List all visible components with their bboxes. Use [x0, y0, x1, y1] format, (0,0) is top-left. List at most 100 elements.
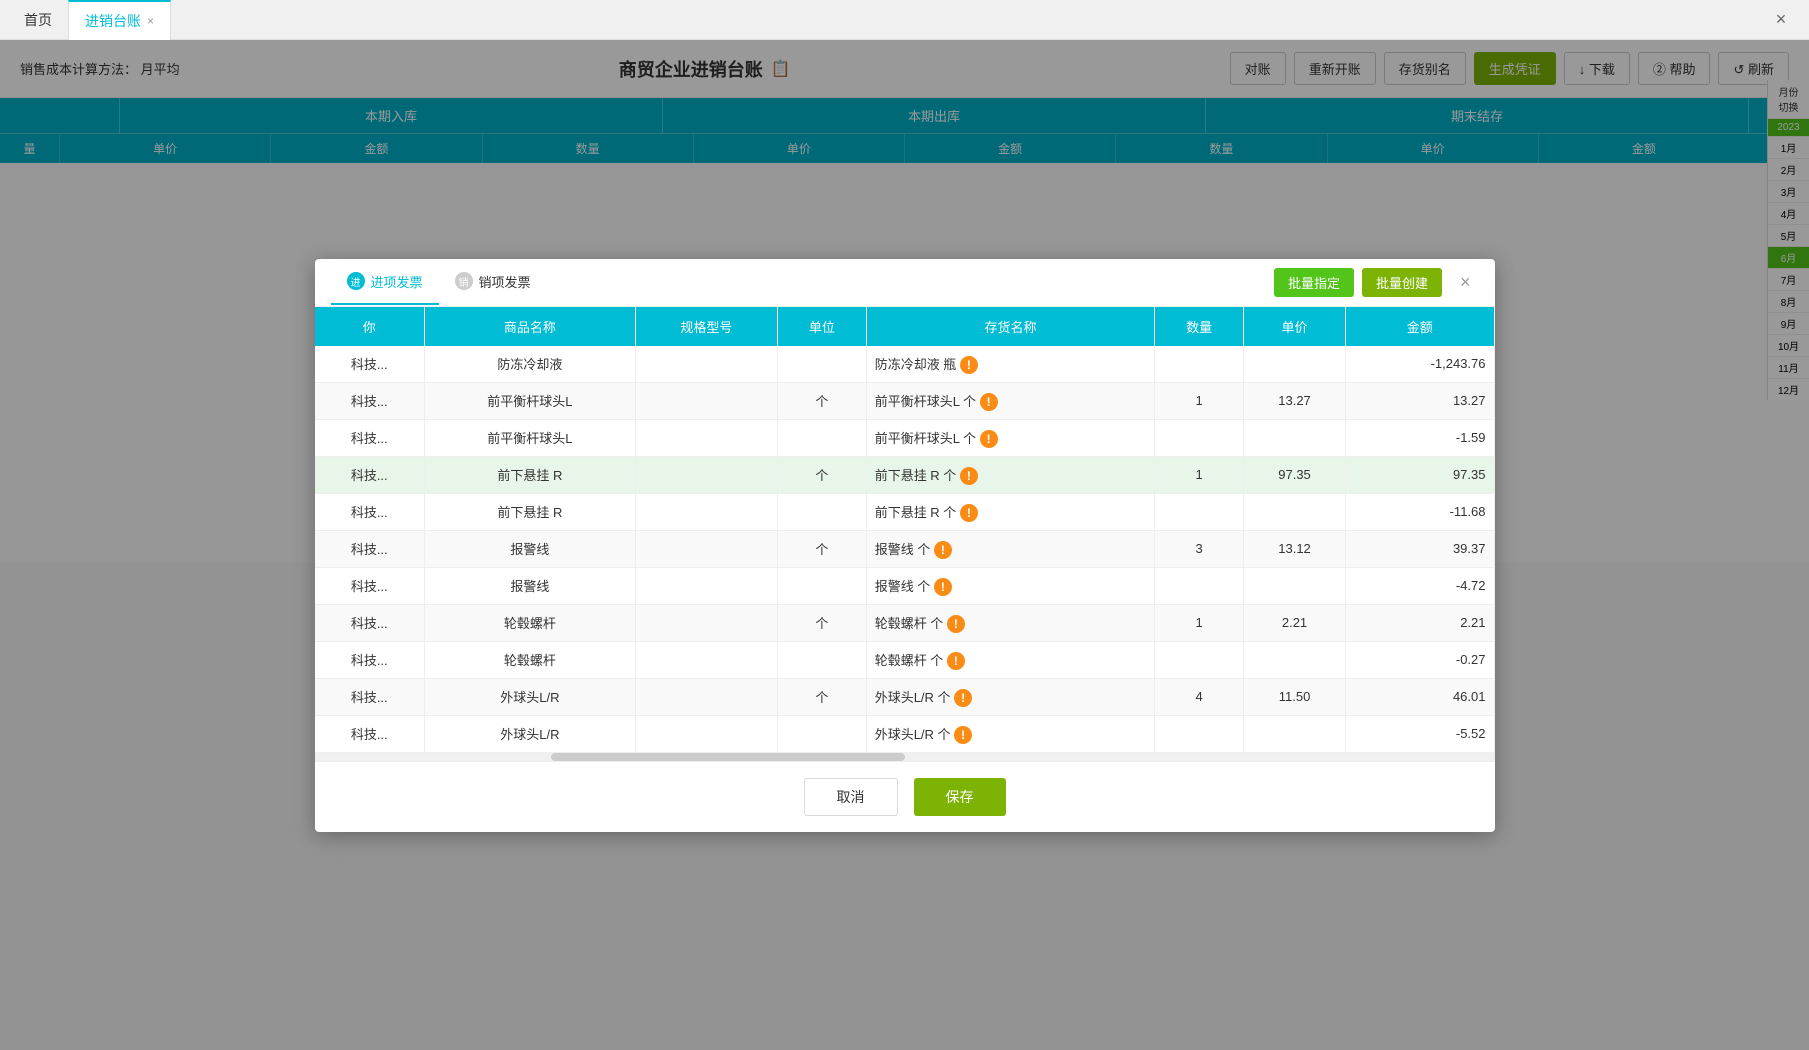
- cell-price: [1243, 567, 1345, 604]
- cell-stock: 报警线 个 !: [866, 567, 1155, 604]
- cell-stock: 前平衡杆球头L 个 !: [866, 419, 1155, 456]
- cancel-button[interactable]: 取消: [804, 778, 898, 816]
- cell-amount: 97.35: [1346, 456, 1494, 493]
- cell-spec: [635, 641, 777, 678]
- cell-price: 2.21: [1243, 604, 1345, 641]
- cell-product: 轮毂螺杆: [424, 604, 635, 641]
- table-row[interactable]: 科技... 前下悬挂 R 个 前下悬挂 R 个 ! 1 97.35 97.35: [315, 456, 1495, 493]
- dialog-table-container: 你 商品名称 规格型号 单位 存货名称 数量 单价 金额 科技... 防冻冷却液: [315, 307, 1495, 753]
- dialog-close-button[interactable]: ×: [1452, 268, 1479, 297]
- save-button[interactable]: 保存: [914, 778, 1006, 816]
- cell-qty: [1155, 567, 1244, 604]
- cell-stock: 前下悬挂 R 个 !: [866, 456, 1155, 493]
- col-spec: 规格型号: [635, 307, 777, 346]
- cell-amount: 13.27: [1346, 382, 1494, 419]
- cell-price: [1243, 346, 1345, 383]
- table-row[interactable]: 科技... 外球头L/R 外球头L/R 个 ! -5.52: [315, 715, 1495, 752]
- cell-unit: [778, 419, 867, 456]
- cell-stock: 报警线 个 !: [866, 530, 1155, 567]
- window-close-button[interactable]: ×: [1761, 0, 1801, 40]
- cell-qty: [1155, 346, 1244, 383]
- cell-amount: -5.52: [1346, 715, 1494, 752]
- cell-company: 科技...: [315, 346, 425, 383]
- cell-unit: [778, 641, 867, 678]
- dialog-scrollbar-thumb[interactable]: [551, 753, 905, 761]
- cell-qty: 1: [1155, 456, 1244, 493]
- cell-unit: 个: [778, 382, 867, 419]
- table-row[interactable]: 科技... 报警线 报警线 个 ! -4.72: [315, 567, 1495, 604]
- table-row[interactable]: 科技... 前下悬挂 R 前下悬挂 R 个 ! -11.68: [315, 493, 1495, 530]
- dialog-footer: 取消 保存: [315, 761, 1495, 832]
- tab-close-icon[interactable]: ×: [147, 14, 154, 28]
- cell-product: 前下悬挂 R: [424, 456, 635, 493]
- cell-company: 科技...: [315, 493, 425, 530]
- table-row[interactable]: 科技... 外球头L/R 个 外球头L/R 个 ! 4 11.50 46.01: [315, 678, 1495, 715]
- cell-unit: 个: [778, 604, 867, 641]
- warning-icon: !: [934, 541, 952, 559]
- warning-icon: !: [954, 689, 972, 707]
- cell-price: [1243, 641, 1345, 678]
- cell-product: 外球头L/R: [424, 678, 635, 715]
- cell-company: 科技...: [315, 419, 425, 456]
- cell-price: [1243, 419, 1345, 456]
- table-row[interactable]: 科技... 前平衡杆球头L 个 前平衡杆球头L 个 ! 1 13.27 13.2…: [315, 382, 1495, 419]
- cell-product: 防冻冷却液: [424, 346, 635, 383]
- warning-icon: !: [934, 578, 952, 596]
- dialog-scrollbar[interactable]: [315, 753, 1495, 761]
- table-row[interactable]: 科技... 轮毂螺杆 轮毂螺杆 个 ! -0.27: [315, 641, 1495, 678]
- cell-stock: 前下悬挂 R 个 !: [866, 493, 1155, 530]
- cell-product: 外球头L/R: [424, 715, 635, 752]
- col-price: 单价: [1243, 307, 1345, 346]
- cell-spec: [635, 678, 777, 715]
- col-unit: 单位: [778, 307, 867, 346]
- cell-price: 97.35: [1243, 456, 1345, 493]
- cell-spec: [635, 382, 777, 419]
- cell-product: 前平衡杆球头L: [424, 419, 635, 456]
- cell-price: 11.50: [1243, 678, 1345, 715]
- cell-product: 前下悬挂 R: [424, 493, 635, 530]
- col-product: 商品名称: [424, 307, 635, 346]
- batch-create-button[interactable]: 批量创建: [1362, 268, 1442, 297]
- cell-qty: [1155, 419, 1244, 456]
- invoice-table-body: 科技... 防冻冷却液 防冻冷却液 瓶 ! -1,243.76 科技... 前平…: [315, 346, 1495, 753]
- cell-unit: [778, 493, 867, 530]
- cell-price: 13.12: [1243, 530, 1345, 567]
- cell-spec: [635, 456, 777, 493]
- cell-unit: 个: [778, 530, 867, 567]
- cell-qty: 1: [1155, 382, 1244, 419]
- batch-assign-button[interactable]: 批量指定: [1274, 268, 1354, 297]
- cell-stock: 轮毂螺杆 个 !: [866, 641, 1155, 678]
- cell-unit: [778, 567, 867, 604]
- cell-stock: 轮毂螺杆 个 !: [866, 604, 1155, 641]
- col-amount: 金额: [1346, 307, 1494, 346]
- table-row[interactable]: 科技... 前平衡杆球头L 前平衡杆球头L 个 ! -1.59: [315, 419, 1495, 456]
- tab-output-invoice[interactable]: 销 销项发票: [439, 260, 547, 305]
- dialog-action-buttons: 批量指定 批量创建: [1274, 268, 1442, 297]
- table-row[interactable]: 科技... 轮毂螺杆 个 轮毂螺杆 个 ! 1 2.21 2.21: [315, 604, 1495, 641]
- tab-bar: 首页 进销台账 × ×: [0, 0, 1809, 40]
- warning-icon: !: [954, 726, 972, 744]
- cell-price: [1243, 715, 1345, 752]
- dialog-header: 进 进项发票 销 销项发票 批量指定 批量创建 ×: [315, 259, 1495, 307]
- cell-company: 科技...: [315, 567, 425, 604]
- invoice-table: 你 商品名称 规格型号 单位 存货名称 数量 单价 金额 科技... 防冻冷却液: [315, 307, 1495, 753]
- table-row[interactable]: 科技... 防冻冷却液 防冻冷却液 瓶 ! -1,243.76: [315, 346, 1495, 383]
- cell-company: 科技...: [315, 382, 425, 419]
- cell-company: 科技...: [315, 456, 425, 493]
- tab-home[interactable]: 首页: [8, 0, 68, 40]
- cell-company: 科技...: [315, 715, 425, 752]
- cell-unit: [778, 715, 867, 752]
- cell-spec: [635, 604, 777, 641]
- cell-product: 报警线: [424, 567, 635, 604]
- cell-product: 前平衡杆球头L: [424, 382, 635, 419]
- cell-qty: 4: [1155, 678, 1244, 715]
- cell-amount: 46.01: [1346, 678, 1494, 715]
- cell-stock: 前平衡杆球头L 个 !: [866, 382, 1155, 419]
- table-row[interactable]: 科技... 报警线 个 报警线 个 ! 3 13.12 39.37: [315, 530, 1495, 567]
- cell-stock: 外球头L/R 个 !: [866, 715, 1155, 752]
- cell-company: 科技...: [315, 678, 425, 715]
- cell-price: [1243, 493, 1345, 530]
- tab-ledger[interactable]: 进销台账 ×: [68, 0, 171, 40]
- tab-input-invoice[interactable]: 进 进项发票: [331, 260, 439, 305]
- cell-product: 报警线: [424, 530, 635, 567]
